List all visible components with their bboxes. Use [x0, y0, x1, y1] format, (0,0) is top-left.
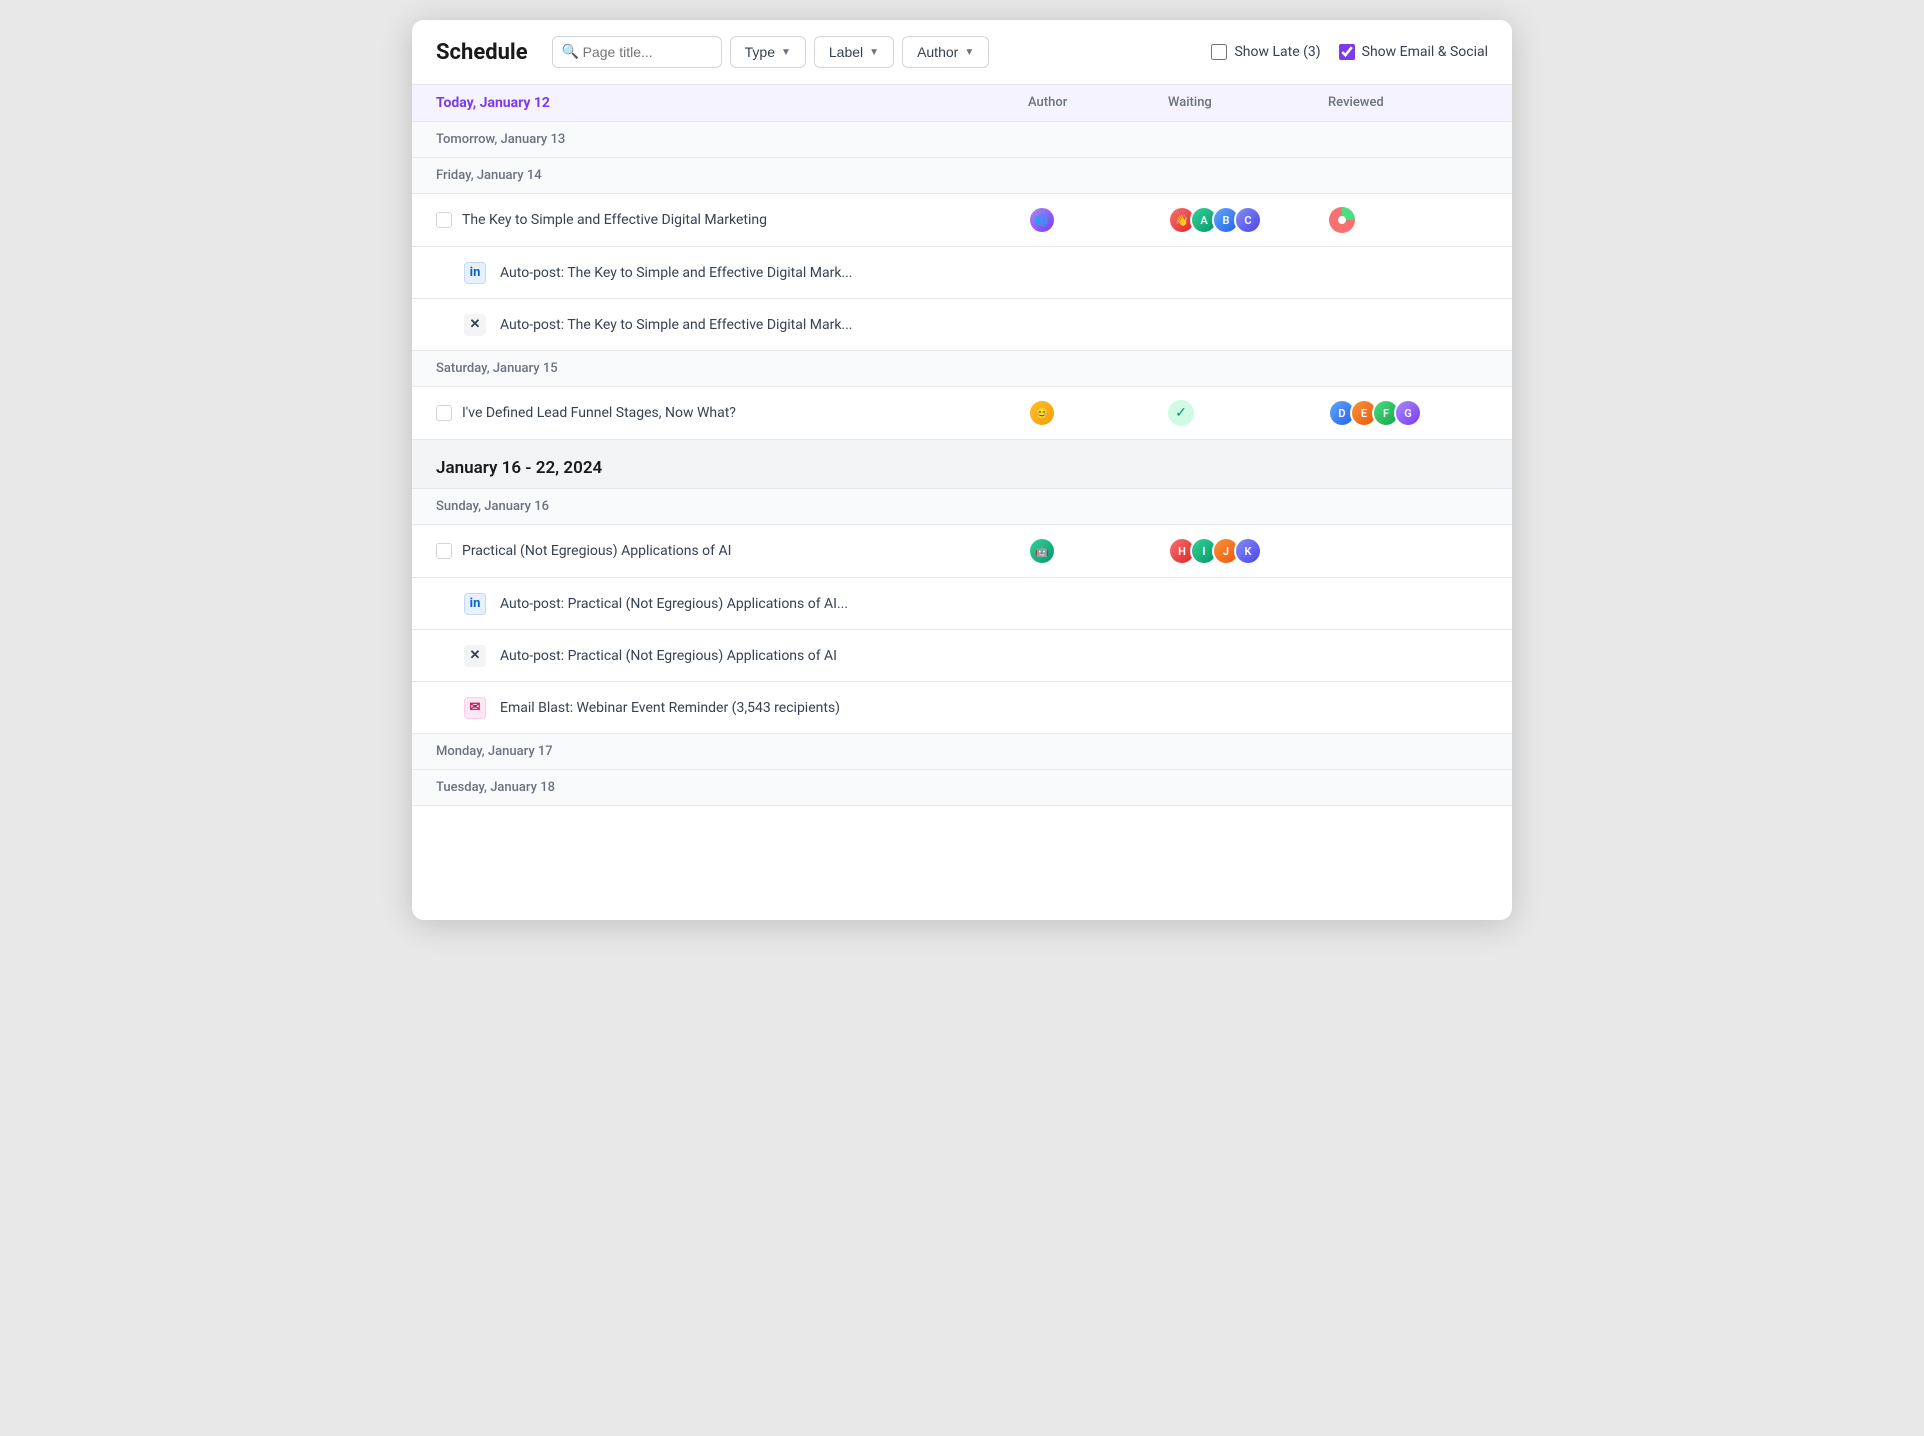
author-filter[interactable]: Author ▼: [902, 36, 989, 68]
twitter-icon: ✕: [464, 314, 486, 336]
waiting-avatars: H I J K: [1168, 537, 1262, 565]
show-email-social-checkbox[interactable]: [1339, 44, 1355, 60]
reviewed-avatars: D E F G: [1328, 399, 1422, 427]
table-row: in Auto-post: The Key to Simple and Effe…: [412, 247, 1512, 299]
day-header-jan17: Monday, January 17: [412, 734, 1512, 770]
row-checkbox[interactable]: [436, 212, 452, 228]
week-section-title: January 16 - 22, 2024: [436, 458, 602, 478]
author-cell: 🌐: [1028, 206, 1168, 234]
row-title-cell: ✉ Email Blast: Webinar Event Reminder (3…: [464, 697, 1028, 719]
label-filter[interactable]: Label ▼: [814, 36, 894, 68]
table-row: ✕ Auto-post: Practical (Not Egregious) A…: [412, 630, 1512, 682]
row-title-cell: I've Defined Lead Funnel Stages, Now Wha…: [436, 405, 1028, 421]
show-late-option[interactable]: Show Late (3): [1211, 44, 1320, 60]
row-title-cell: The Key to Simple and Effective Digital …: [436, 212, 1028, 228]
author-cell: 😊: [1028, 399, 1168, 427]
row-checkbox[interactable]: [436, 405, 452, 421]
row-title-cell: Practical (Not Egregious) Applications o…: [436, 543, 1028, 559]
waiting-cell: ✓: [1168, 400, 1328, 426]
check-circle-icon: ✓: [1168, 400, 1194, 426]
day-header-jan14: Friday, January 14: [412, 158, 1512, 194]
chevron-down-icon: ▼: [869, 47, 879, 58]
col-header-title: Today, January 12: [436, 95, 1028, 111]
col-header-waiting: Waiting: [1168, 95, 1328, 111]
day-header-jan18: Tuesday, January 18: [412, 770, 1512, 806]
day-header-jan16: Sunday, January 16: [412, 489, 1512, 525]
week-section: January 16 - 22, 2024: [412, 440, 1512, 489]
day-header-jan13: Tomorrow, January 13: [412, 122, 1512, 158]
show-email-social-label: Show Email & Social: [1362, 44, 1488, 60]
chevron-down-icon: ▼: [964, 47, 974, 58]
avatar: 😊: [1028, 399, 1056, 427]
row-title: Auto-post: The Key to Simple and Effecti…: [500, 317, 853, 333]
show-email-social-option[interactable]: Show Email & Social: [1339, 44, 1488, 60]
avatar: K: [1234, 537, 1262, 565]
row-checkbox[interactable]: [436, 543, 452, 559]
author-cell: 🤖: [1028, 537, 1168, 565]
row-title: Practical (Not Egregious) Applications o…: [462, 543, 731, 559]
app-container: Schedule 🔍 Type ▼ Label ▼ Author ▼ Show: [412, 20, 1512, 920]
table-row: ✉ Email Blast: Webinar Event Reminder (3…: [412, 682, 1512, 734]
day-header-jan15: Saturday, January 15: [412, 351, 1512, 387]
search-icon: 🔍: [562, 44, 579, 60]
waiting-cell: H I J K: [1168, 537, 1328, 565]
pie-chart-icon: [1328, 206, 1356, 234]
header-options: Show Late (3) Show Email & Social: [1211, 44, 1488, 60]
type-filter[interactable]: Type ▼: [730, 36, 806, 68]
table-header: Today, January 12 Author Waiting Reviewe…: [412, 85, 1512, 122]
show-late-label: Show Late (3): [1234, 44, 1320, 60]
show-late-checkbox[interactable]: [1211, 44, 1227, 60]
col-header-reviewed: Reviewed: [1328, 95, 1488, 111]
row-title: Auto-post: Practical (Not Egregious) App…: [500, 596, 848, 612]
row-title-cell: ✕ Auto-post: Practical (Not Egregious) A…: [464, 645, 1028, 667]
avatar: C: [1234, 206, 1262, 234]
search-wrap: 🔍: [552, 36, 722, 68]
chevron-down-icon: ▼: [781, 47, 791, 58]
page-title: Schedule: [436, 40, 528, 65]
linkedin-icon: in: [464, 262, 486, 284]
row-title-cell: ✕ Auto-post: The Key to Simple and Effec…: [464, 314, 1028, 336]
linkedin-icon: in: [464, 593, 486, 615]
table-row: I've Defined Lead Funnel Stages, Now Wha…: [412, 387, 1512, 440]
table-row: in Auto-post: Practical (Not Egregious) …: [412, 578, 1512, 630]
twitter-icon: ✕: [464, 645, 486, 667]
filter-bar: 🔍 Type ▼ Label ▼ Author ▼: [552, 36, 1200, 68]
avatar: 🌐: [1028, 206, 1056, 234]
reviewed-cell: [1328, 206, 1488, 234]
col-header-author: Author: [1028, 95, 1168, 111]
row-title: The Key to Simple and Effective Digital …: [462, 212, 767, 228]
row-title: I've Defined Lead Funnel Stages, Now Wha…: [462, 405, 736, 421]
row-title: Auto-post: The Key to Simple and Effecti…: [500, 265, 853, 281]
table-row: Practical (Not Egregious) Applications o…: [412, 525, 1512, 578]
waiting-avatars: 👋 A B C: [1168, 206, 1262, 234]
reviewed-cell: D E F G: [1328, 399, 1488, 427]
table-row: ✕ Auto-post: The Key to Simple and Effec…: [412, 299, 1512, 351]
row-title: Email Blast: Webinar Event Reminder (3,5…: [500, 700, 840, 716]
header: Schedule 🔍 Type ▼ Label ▼ Author ▼ Show: [412, 20, 1512, 85]
waiting-cell: 👋 A B C: [1168, 206, 1328, 234]
row-title-cell: in Auto-post: Practical (Not Egregious) …: [464, 593, 1028, 615]
email-icon: ✉: [464, 697, 486, 719]
avatar: G: [1394, 399, 1422, 427]
row-title: Auto-post: Practical (Not Egregious) App…: [500, 648, 837, 664]
row-title-cell: in Auto-post: The Key to Simple and Effe…: [464, 262, 1028, 284]
avatar: 🤖: [1028, 537, 1056, 565]
table-row: The Key to Simple and Effective Digital …: [412, 194, 1512, 247]
